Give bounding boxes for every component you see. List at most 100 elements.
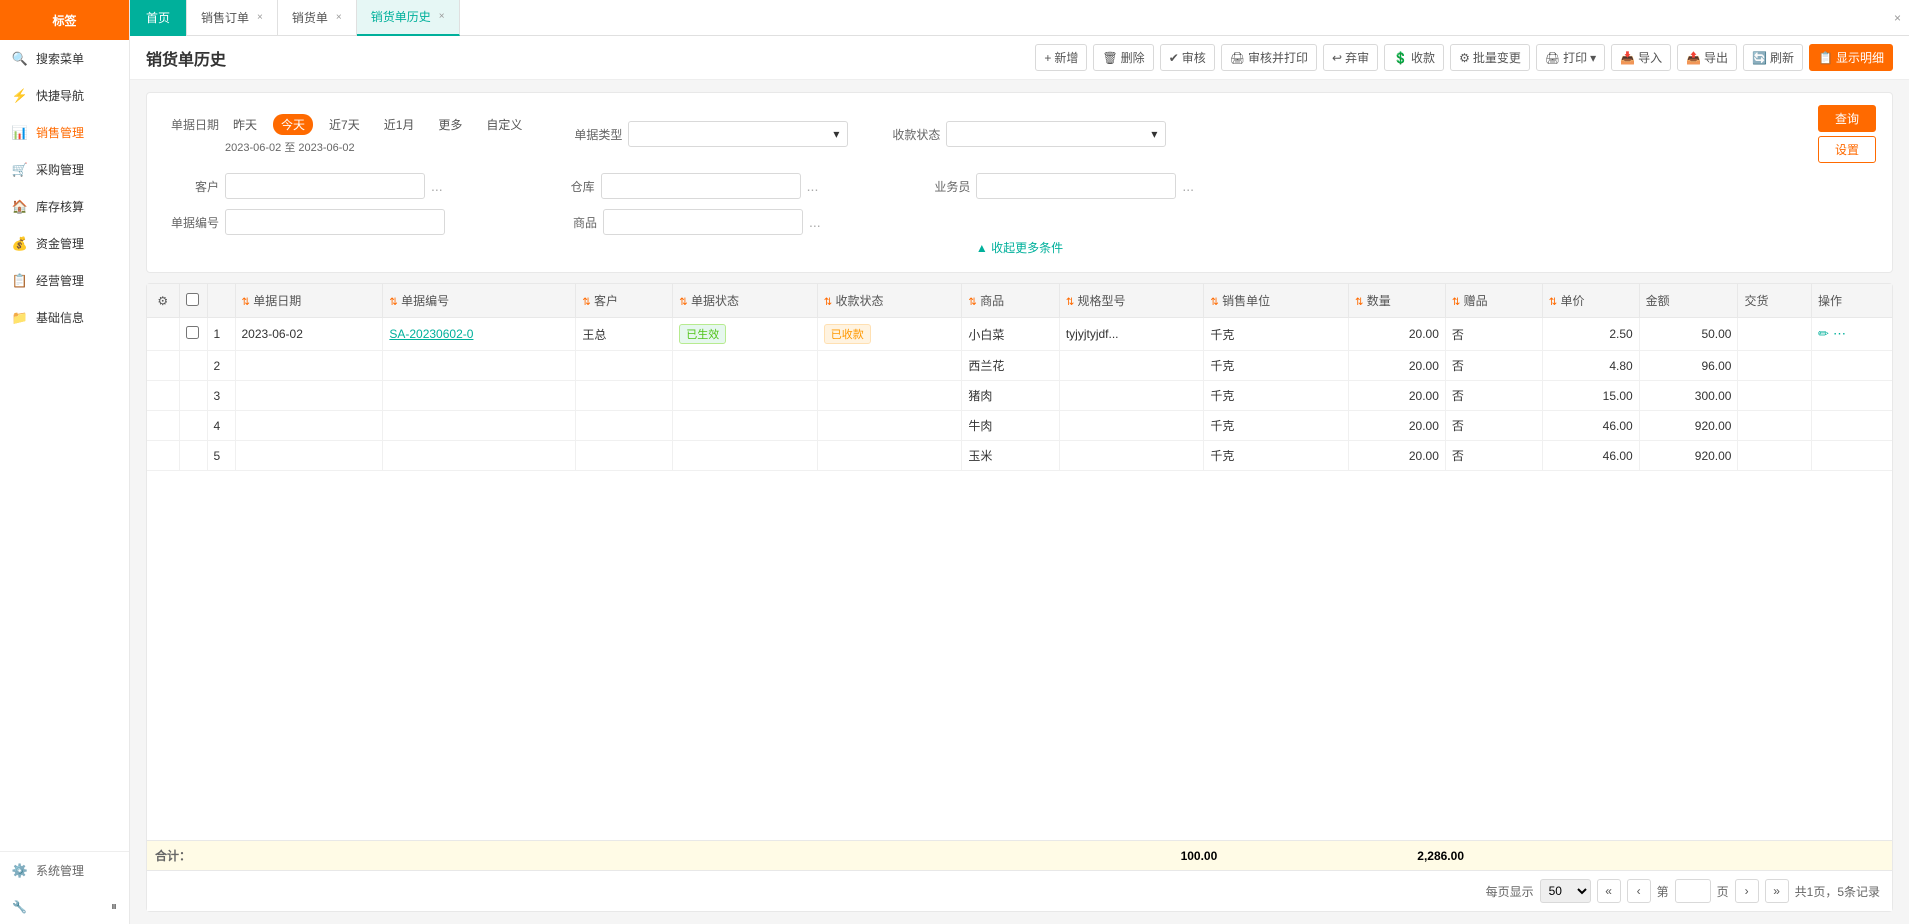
date-custom[interactable]: 自定义 — [478, 114, 530, 135]
per-page-label: 每页显示 — [1486, 883, 1534, 900]
collapse-icon[interactable]: ⏸ — [111, 899, 117, 914]
row1-price: 2.50 — [1542, 318, 1639, 351]
summary-label: 合计： — [155, 847, 235, 864]
doc-no-input[interactable] — [225, 209, 445, 235]
select-all-checkbox[interactable] — [186, 293, 199, 306]
th-date[interactable]: ⇅ 单据日期 — [235, 284, 383, 318]
sidebar-item-inventory-calc[interactable]: 🏠 库存核算 — [0, 188, 129, 225]
batch-change-button[interactable]: ⚙ 批量变更 — [1450, 44, 1530, 71]
sidebar-item-ops-mgmt[interactable]: 📋 经营管理 — [0, 262, 129, 299]
row1-doc-status-badge: 已生效 — [679, 324, 726, 344]
print-button[interactable]: 🖨 打印 ▾ — [1536, 44, 1605, 71]
th-gear[interactable]: ⚙ — [147, 284, 179, 318]
goods-input[interactable] — [603, 209, 803, 235]
next-page-button[interactable]: › — [1735, 879, 1759, 903]
th-unit[interactable]: ⇅ 销售单位 — [1204, 284, 1349, 318]
refresh-button[interactable]: 🔄 刷新 — [1743, 44, 1803, 71]
settings-button[interactable]: 设置 — [1818, 136, 1876, 163]
th-payment-status[interactable]: ⇅ 收款状态 — [817, 284, 962, 318]
sidebar-item-fund-mgmt[interactable]: 💰 资金管理 — [0, 225, 129, 262]
sidebar-bottom-icons[interactable]: 🔧 ⏸ — [0, 889, 129, 924]
sort-gift-icon: ⇅ — [1452, 297, 1460, 308]
th-spec[interactable]: ⇅ 规格型号 — [1059, 284, 1204, 318]
tab-sales-history[interactable]: 销货单历史 × — [357, 0, 460, 36]
th-gift[interactable]: ⇅ 赠品 — [1445, 284, 1542, 318]
approve-print-button[interactable]: 🖨 审核并打印 — [1221, 44, 1317, 71]
date-1month[interactable]: 近1月 — [376, 114, 423, 135]
sidebar-item-sales-mgmt[interactable]: 📊 销售管理 — [0, 114, 129, 151]
sidebar-item-sys-mgmt[interactable]: ⚙️ 系统管理 — [0, 852, 129, 889]
row1-edit-icon[interactable]: ✏ — [1818, 326, 1829, 342]
row1-checkbox-cell — [179, 318, 207, 351]
per-page-select[interactable]: 50 100 200 — [1540, 879, 1591, 903]
date-more[interactable]: 更多 — [430, 114, 470, 135]
date-7days[interactable]: 近7天 — [321, 114, 368, 135]
row1-checkbox[interactable] — [186, 326, 199, 339]
show-detail-button[interactable]: 📋 显示明细 — [1809, 44, 1893, 71]
date-filter-group: 单据日期 昨天 今天 近7天 近1月 更多 自定义 2023-06-02 至 2… — [163, 114, 530, 155]
tabs-right-close[interactable]: × — [1894, 11, 1909, 25]
row4-checkbox-cell — [179, 411, 207, 441]
warehouse-dots[interactable]: ... — [807, 178, 819, 194]
doc-type-chevron-icon: ▾ — [833, 127, 839, 141]
goods-dots[interactable]: ... — [809, 214, 821, 230]
prev-page-button[interactable]: ‹ — [1627, 879, 1651, 903]
warehouse-input[interactable] — [601, 173, 801, 199]
close-sales-goods-icon[interactable]: × — [336, 12, 342, 23]
approve-button[interactable]: ✔ 审核 — [1160, 44, 1215, 71]
row1-more-icon[interactable]: ⋯ — [1833, 326, 1846, 342]
date-range-display: 2023-06-02 至 2023-06-02 — [225, 139, 355, 155]
row2-customer — [576, 351, 673, 381]
salesperson-input[interactable] — [976, 173, 1176, 199]
page-number-input[interactable]: 1 — [1675, 879, 1711, 903]
collect-button[interactable]: 💲 收款 — [1384, 44, 1444, 71]
sort-paymentstatus-icon: ⇅ — [824, 297, 832, 308]
query-button[interactable]: 查询 — [1818, 105, 1876, 132]
close-sales-history-icon[interactable]: × — [439, 11, 445, 22]
collapse-button[interactable]: ▲ 收起更多条件 — [163, 235, 1876, 260]
payment-status-select[interactable]: ▾ — [946, 121, 1166, 147]
sidebar-item-purchase-mgmt[interactable]: 🛒 采购管理 — [0, 151, 129, 188]
sidebar-item-search-menu[interactable]: 🔍 搜索菜单 — [0, 40, 129, 77]
tab-sales-order[interactable]: 销售订单 × — [187, 0, 278, 36]
row2-unit: 千克 — [1204, 351, 1349, 381]
approve-print-icon: 🖨 — [1230, 51, 1245, 65]
th-goods[interactable]: ⇅ 商品 — [962, 284, 1059, 318]
tab-sales-goods[interactable]: 销货单 × — [278, 0, 357, 36]
export-button[interactable]: 📤 导出 — [1677, 44, 1737, 71]
settings-icon[interactable]: 🔧 — [12, 900, 27, 914]
toolbar: + 新增 🗑 删除 ✔ 审核 🖨 审核并打印 ↩ 弃审 💲 收款 — [1035, 44, 1893, 71]
new-button[interactable]: + 新增 — [1035, 44, 1087, 71]
salesperson-dots[interactable]: ... — [1182, 178, 1194, 194]
th-price[interactable]: ⇅ 单价 — [1542, 284, 1639, 318]
th-doc-status[interactable]: ⇅ 单据状态 — [673, 284, 818, 318]
sidebar-item-quick-nav[interactable]: ⚡ 快捷导航 — [0, 77, 129, 114]
th-doc-no[interactable]: ⇅ 单据编号 — [383, 284, 576, 318]
filter-row-3: 单据编号 商品 ... — [163, 209, 1876, 235]
first-page-button[interactable]: « — [1597, 879, 1621, 903]
discard-button[interactable]: ↩ 弃审 — [1323, 44, 1378, 71]
delete-button[interactable]: 🗑 删除 — [1093, 44, 1153, 71]
last-page-button[interactable]: » — [1765, 879, 1789, 903]
row1-doc-no-link[interactable]: SA-20230602-0 — [389, 327, 473, 341]
row5-unit: 千克 — [1204, 441, 1349, 471]
row1-gear-cell — [147, 318, 179, 351]
row2-payment-status — [817, 351, 962, 381]
date-yesterday[interactable]: 昨天 — [225, 114, 265, 135]
new-icon: + — [1044, 51, 1051, 65]
import-button[interactable]: 📥 导入 — [1611, 44, 1671, 71]
th-qty[interactable]: ⇅ 数量 — [1349, 284, 1446, 318]
date-today[interactable]: 今天 — [273, 114, 313, 135]
th-customer[interactable]: ⇅ 客户 — [576, 284, 673, 318]
quick-nav-icon: ⚡ — [12, 88, 28, 104]
row1-doc-no[interactable]: SA-20230602-0 — [383, 318, 576, 351]
tab-home[interactable]: 首页 — [130, 0, 187, 36]
sidebar-item-basic-info[interactable]: 📁 基础信息 — [0, 299, 129, 336]
customer-dots[interactable]: ... — [431, 178, 443, 194]
close-sales-order-icon[interactable]: × — [257, 12, 263, 23]
th-action-label: 操作 — [1818, 294, 1842, 308]
row4-gear-cell — [147, 411, 179, 441]
doc-type-select[interactable]: ▾ — [628, 121, 848, 147]
customer-input[interactable] — [225, 173, 425, 199]
row2-qty: 20.00 — [1349, 351, 1446, 381]
